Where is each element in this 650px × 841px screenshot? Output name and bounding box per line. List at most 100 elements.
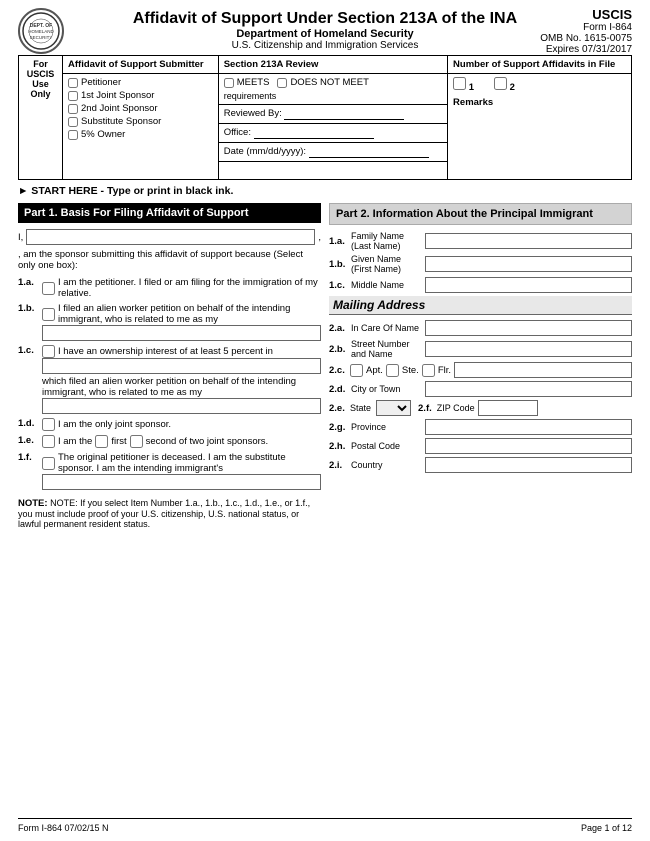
p2-zip-input[interactable] <box>478 400 538 416</box>
p2-city-input[interactable] <box>425 381 632 397</box>
department-name: Department of Homeland Security <box>133 28 517 40</box>
p2-2d-label: 2.d. <box>329 384 347 395</box>
p2-2c-row: 2.c. Apt. Ste. Flr. <box>329 362 632 378</box>
apt-checkbox[interactable] <box>350 364 363 377</box>
part1-section: Part 1. Basis For Filing Affidavit of Su… <box>18 203 321 529</box>
item-1a-checkbox[interactable] <box>42 282 55 295</box>
meets-row: MEETS DOES NOT MEET requirements <box>218 74 447 105</box>
col1-header: Affidavit of Support Submitter <box>63 56 219 74</box>
does-not-meet-checkbox[interactable] <box>277 78 287 88</box>
item-1f-text: The original petitioner is deceased. I a… <box>58 452 321 474</box>
item-1c-checkbox[interactable] <box>42 345 55 358</box>
owner-checkbox[interactable] <box>68 130 78 140</box>
p2-street-input[interactable] <box>425 341 632 357</box>
flr-checkbox[interactable] <box>422 364 435 377</box>
item-1b-label: 1.b. <box>18 303 38 314</box>
item-1c-text: I have an ownership interest of at least… <box>58 346 273 357</box>
agency-name: U.S. Citizenship and Immigration Service… <box>133 40 517 51</box>
p2-country-input[interactable] <box>425 457 632 473</box>
p2-2c-label: 2.c. <box>329 365 347 376</box>
p2-2g-row: 2.g. Province <box>329 419 632 435</box>
item-1a-row: 1.a. I am the petitioner. I filed or am … <box>18 277 321 299</box>
p2-2f-label: 2.f. <box>418 403 432 414</box>
meets-checkbox[interactable] <box>224 78 234 88</box>
ste-checkbox[interactable] <box>386 364 399 377</box>
item-1f-label: 1.f. <box>18 452 38 463</box>
p2-2b-label: 2.b. <box>329 344 347 355</box>
reviewed-by-row: Reviewed By: <box>218 105 447 124</box>
item-1e-checkbox[interactable] <box>42 435 55 448</box>
svg-text:HOMELAND: HOMELAND <box>28 29 54 34</box>
p2-2i-row: 2.i. Country <box>329 457 632 473</box>
ste-label: Ste. <box>402 365 419 376</box>
item-1b-text: I filed an alien worker petition on beha… <box>58 303 321 325</box>
petitioner-checkbox[interactable] <box>68 78 78 88</box>
part2-header: Part 2. Information About the Principal … <box>329 203 632 225</box>
form-main-title: Affidavit of Support Under Section 213A … <box>133 10 517 28</box>
sponsor-intro: I, , <box>18 229 321 245</box>
header-title: Affidavit of Support Under Section 213A … <box>133 10 517 51</box>
item-1a-label: 1.a. <box>18 277 38 288</box>
item-1b-row: 1.b. I filed an alien worker petition on… <box>18 303 321 341</box>
p2-given-name-input[interactable] <box>425 256 632 272</box>
sponsor-name-input[interactable] <box>26 229 315 245</box>
p2-middle-name-input[interactable] <box>425 277 632 293</box>
col2-header: Section 213A Review <box>218 56 447 74</box>
svg-text:SECURITY: SECURITY <box>30 35 53 40</box>
item-1e-first-checkbox[interactable] <box>95 435 108 448</box>
p2-2g-name: Province <box>351 422 421 432</box>
joint-sponsor-2-checkbox[interactable] <box>68 104 78 114</box>
p2-2f-name: ZIP Code <box>437 403 475 413</box>
item-1c-label: 1.c. <box>18 345 38 356</box>
number2-checkbox[interactable] <box>494 77 507 90</box>
item-1b-checkbox[interactable] <box>42 308 55 321</box>
omb-number: OMB No. 1615-0075 <box>540 33 632 44</box>
remarks-cell: 1 2 Remarks <box>448 74 632 180</box>
top-table: For USCIS Use Only Affidavit of Support … <box>18 55 632 180</box>
item-1c-input2[interactable] <box>42 398 321 414</box>
p2-province-input[interactable] <box>425 419 632 435</box>
item-1e-label: 1.e. <box>18 435 38 446</box>
item-1f-input[interactable] <box>42 474 321 490</box>
item-1f-checkbox[interactable] <box>42 457 55 470</box>
p2-2e-name: State <box>350 403 371 413</box>
joint-sponsor-1-checkbox[interactable] <box>68 91 78 101</box>
form-number: Form I-864 <box>540 22 632 33</box>
p2-in-care-of-input[interactable] <box>425 320 632 336</box>
p2-apt-input[interactable] <box>454 362 632 378</box>
note-text: NOTE: NOTE: If you select Item Number 1.… <box>18 498 321 529</box>
p2-2h-label: 2.h. <box>329 441 347 452</box>
p2-postal-code-input[interactable] <box>425 438 632 454</box>
col3-header: Number of Support Affidavits in File <box>448 56 632 74</box>
mailing-address-header: Mailing Address <box>329 296 632 315</box>
p2-2i-label: 2.i. <box>329 460 347 471</box>
item-1f-row: 1.f. The original petitioner is deceased… <box>18 452 321 490</box>
apt-label: Apt. <box>366 365 383 376</box>
item-1d-row: 1.d. I am the only joint sponsor. <box>18 418 321 431</box>
p2-1c-name: Middle Name <box>351 280 421 290</box>
p2-1b-row: 1.b. Given Name (First Name) <box>329 254 632 274</box>
page-footer: Form I-864 07/02/15 N Page 1 of 12 <box>18 818 632 833</box>
p2-2a-row: 2.a. In Care Of Name <box>329 320 632 336</box>
part1-header: Part 1. Basis For Filing Affidavit of Su… <box>18 203 321 223</box>
item-1c-text2: which filed an alien worker petition on … <box>42 376 321 398</box>
p2-family-name-input[interactable] <box>425 233 632 249</box>
substitute-sponsor-checkbox[interactable] <box>68 117 78 127</box>
item-1e-second-checkbox[interactable] <box>130 435 143 448</box>
p2-1a-row: 1.a. Family Name (Last Name) <box>329 231 632 251</box>
p2-2d-row: 2.d. City or Town <box>329 381 632 397</box>
item-1e-row: 1.e. I am the first second of two joint … <box>18 435 321 448</box>
item-1c-input1[interactable] <box>42 358 321 374</box>
item-1d-checkbox[interactable] <box>42 418 55 431</box>
p2-1a-name: Family Name (Last Name) <box>351 231 421 251</box>
p2-2a-label: 2.a. <box>329 323 347 334</box>
uscis-label: USCIS <box>540 7 632 22</box>
expires-date: Expires 07/31/2017 <box>540 44 632 55</box>
submitter-options: Petitioner 1st Joint Sponsor 2nd Joint S… <box>63 74 219 180</box>
number1-checkbox[interactable] <box>453 77 466 90</box>
footer-page-number: Page 1 of 12 <box>581 823 632 833</box>
p2-state-select[interactable] <box>376 400 411 416</box>
flr-label: Flr. <box>438 365 451 376</box>
item-1b-input[interactable] <box>42 325 321 341</box>
p2-2h-name: Postal Code <box>351 441 421 451</box>
